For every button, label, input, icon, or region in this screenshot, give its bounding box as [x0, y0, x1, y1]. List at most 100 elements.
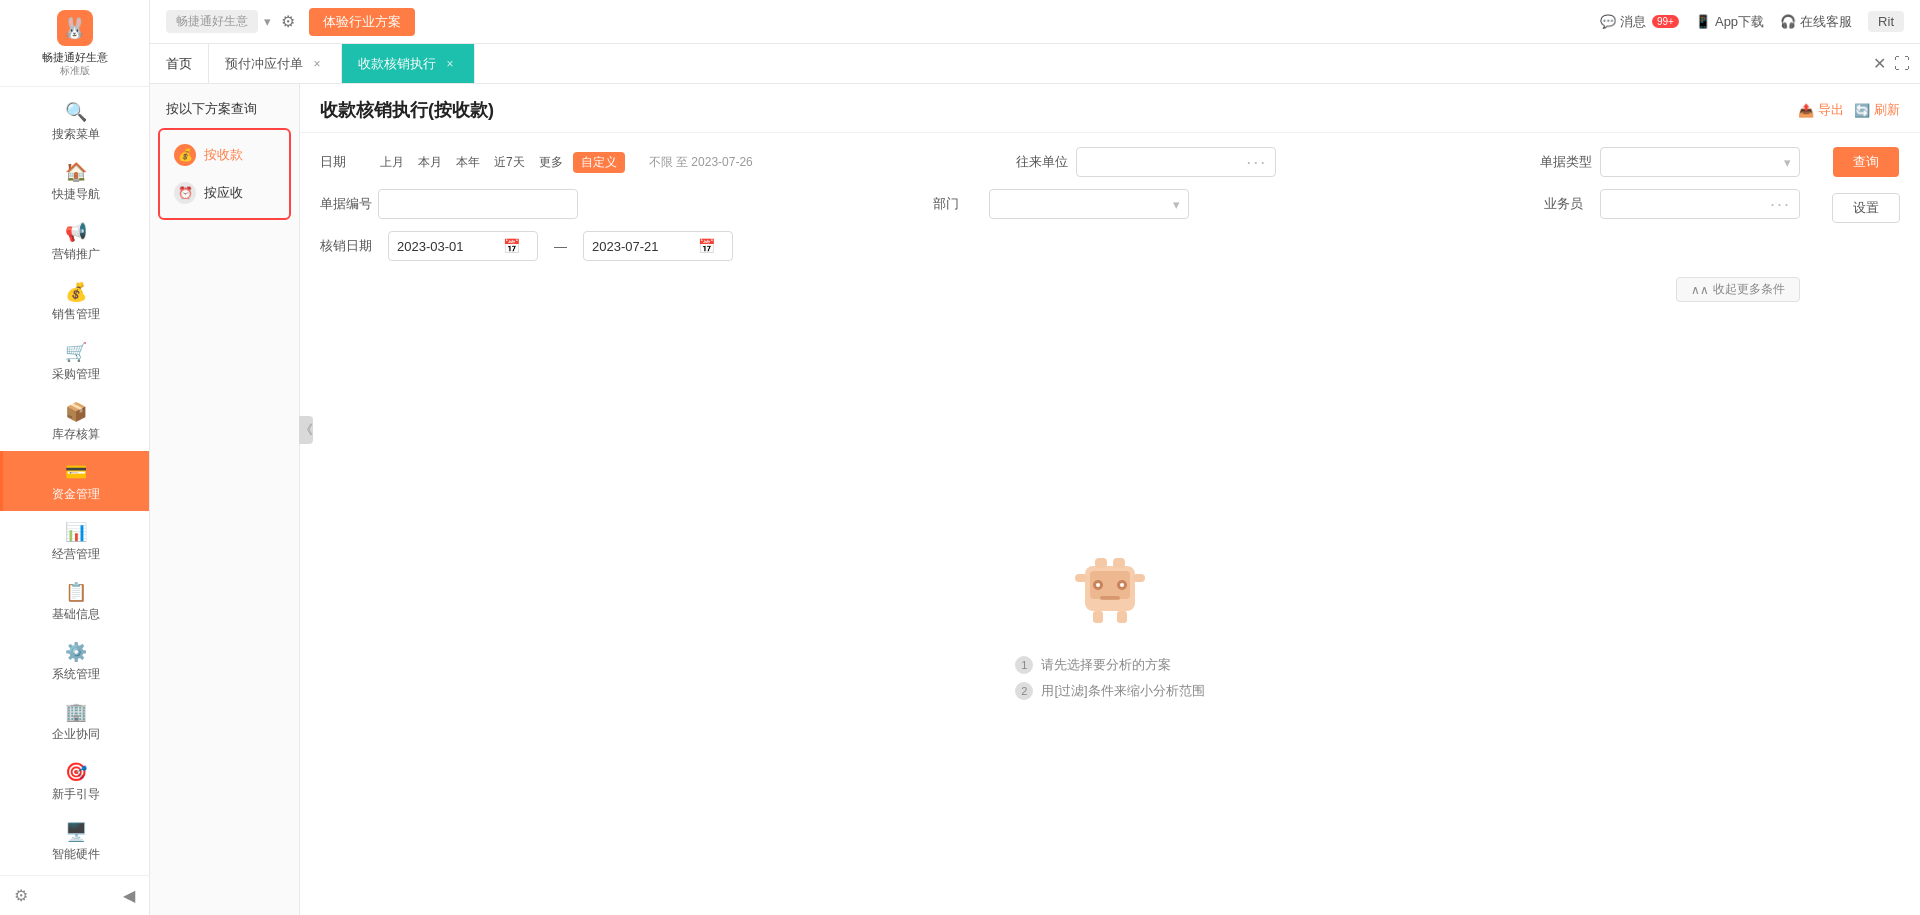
app-name: 畅捷通好生意 — [42, 50, 108, 64]
sidebar-item-hardware[interactable]: 🖥️ 智能硬件 — [0, 811, 149, 871]
sidebar-item-quick-nav[interactable]: 🏠 快捷导航 — [0, 151, 149, 211]
sidebar-item-purchase[interactable]: 🛒 采购管理 — [0, 331, 149, 391]
export-icon: 📤 — [1798, 103, 1814, 118]
more-dates-btn[interactable]: 更多 — [535, 152, 567, 173]
custom-date-btn[interactable]: 自定义 — [573, 152, 625, 173]
marketing-icon: 📢 — [65, 221, 87, 243]
search-form-wrapper: 日期 上月 本月 本年 近7天 更多 自定义 不限 至 2023-0 — [300, 133, 1920, 320]
sidebar-item-label: 智能硬件 — [52, 846, 100, 863]
empty-tip-1: 1 请先选择要分析的方案 — [1015, 656, 1204, 674]
notice-label: 消息 — [1620, 13, 1646, 31]
verify-date-start-input[interactable] — [397, 239, 497, 254]
topbar-app-name: 畅捷通好生意 — [166, 10, 258, 33]
topbar-left: 畅捷通好生意 ▾ ⚙ 体验行业方案 — [166, 8, 1600, 36]
svg-point-4 — [1096, 583, 1100, 587]
online-service-button[interactable]: 🎧 在线客服 — [1780, 13, 1852, 31]
main-area: 畅捷通好生意 ▾ ⚙ 体验行业方案 💬 消息 99+ 📱 App下载 🎧 在线客… — [150, 0, 1920, 915]
guide-icon: 🎯 — [65, 761, 87, 783]
sidebar-item-label: 基础信息 — [52, 606, 100, 623]
sidebar-item-label: 快捷导航 — [52, 186, 100, 203]
settings-button[interactable]: 设置 — [1832, 193, 1900, 223]
svg-rect-12 — [1117, 611, 1127, 623]
this-month-btn[interactable]: 本月 — [414, 152, 446, 173]
dept-label: 部门 — [933, 195, 983, 213]
collection-tab-close[interactable]: × — [442, 56, 458, 72]
sidebar-item-enterprise[interactable]: 🏢 企业协同 — [0, 691, 149, 751]
empty-tip-2: 2 用[过滤]条件来缩小分析范围 — [1015, 682, 1204, 700]
sidebar-item-inventory[interactable]: 📦 库存核算 — [0, 391, 149, 451]
topbar: 畅捷通好生意 ▾ ⚙ 体验行业方案 💬 消息 99+ 📱 App下载 🎧 在线客… — [150, 0, 1920, 44]
svg-rect-9 — [1075, 574, 1087, 582]
app-download-button[interactable]: 📱 App下载 — [1695, 13, 1764, 31]
collapse-more-button[interactable]: ∧∧ 收起更多条件 — [1676, 277, 1800, 302]
doctype-field: 单据类型 ▾ — [1540, 147, 1800, 177]
sidebar-collapse-button[interactable]: ◀ — [123, 886, 135, 905]
sidebar-nav: 🔍 搜索菜单 🏠 快捷导航 📢 营销推广 💰 销售管理 🛒 采购管理 📦 库存核… — [0, 87, 149, 875]
last-7-days-btn[interactable]: 近7天 — [490, 152, 529, 173]
svg-rect-10 — [1133, 574, 1145, 582]
topbar-gear-icon[interactable]: ⚙ — [281, 12, 295, 31]
verify-date-end[interactable]: 📅 — [583, 231, 733, 261]
verify-date-start[interactable]: 📅 — [388, 231, 538, 261]
tab-home[interactable]: 首页 — [150, 44, 209, 83]
last-month-btn[interactable]: 上月 — [376, 152, 408, 173]
notice-button[interactable]: 💬 消息 99+ — [1600, 13, 1679, 31]
dept-dropdown-icon: ▾ — [1173, 197, 1180, 212]
receipt-option-label: 按收款 — [204, 146, 243, 164]
sidebar-footer: ⚙ ◀ — [0, 875, 149, 915]
search-menu-icon: 🔍 — [65, 101, 87, 123]
filter-panel-collapse-button[interactable]: 《 — [299, 416, 313, 444]
partner-field: 往来单位 ··· — [1016, 147, 1276, 177]
sidebar-item-finance[interactable]: 💳 资金管理 — [0, 451, 149, 511]
refresh-button[interactable]: 🔄 刷新 — [1854, 101, 1900, 119]
filter-by-receivable[interactable]: ⏰ 按应收 — [160, 174, 289, 212]
staff-field: 业务员 ··· — [1544, 189, 1800, 219]
tab-maximize-icon[interactable]: ⛶ — [1894, 55, 1910, 73]
tab-prepay[interactable]: 预付冲应付单 × — [209, 44, 342, 83]
topbar-dropdown-arrow[interactable]: ▾ — [264, 14, 271, 29]
tab-close-icon[interactable]: ✕ — [1873, 54, 1886, 73]
sidebar-item-basic-info[interactable]: 📋 基础信息 — [0, 571, 149, 631]
verify-date-end-input[interactable] — [592, 239, 692, 254]
calendar-start-icon[interactable]: 📅 — [503, 238, 520, 254]
tab-bar: 首页 预付冲应付单 × 收款核销执行 × ✕ ⛶ — [150, 44, 1920, 84]
filter-by-receipt[interactable]: 💰 按收款 — [160, 136, 289, 174]
sidebar-item-marketing[interactable]: 📢 营销推广 — [0, 211, 149, 271]
export-button[interactable]: 📤 导出 — [1798, 101, 1844, 119]
sidebar-item-sales[interactable]: 💰 销售管理 — [0, 271, 149, 331]
sidebar-item-label: 新手引导 — [52, 786, 100, 803]
tab-bar-controls: ✕ ⛶ — [1863, 44, 1920, 83]
sidebar-item-label: 经营管理 — [52, 546, 100, 563]
sidebar-gear-button[interactable]: ⚙ — [14, 886, 28, 905]
partner-input[interactable]: ··· — [1076, 147, 1276, 177]
sidebar-item-search-menu[interactable]: 🔍 搜索菜单 — [0, 91, 149, 151]
logo-icon: 🐰 — [57, 10, 93, 46]
online-service-label: 在线客服 — [1800, 13, 1852, 31]
sidebar-item-system[interactable]: ⚙️ 系统管理 — [0, 631, 149, 691]
this-year-btn[interactable]: 本年 — [452, 152, 484, 173]
docno-input[interactable] — [378, 189, 578, 219]
doctype-select[interactable]: ▾ — [1600, 147, 1800, 177]
dept-select[interactable]: ▾ — [989, 189, 1189, 219]
app-logo: 🐰 畅捷通好生意 标准版 — [0, 0, 149, 87]
industry-solution-button[interactable]: 体验行业方案 — [309, 8, 415, 36]
date-unlimited-text: 不限 至 2023-07-26 — [649, 154, 753, 171]
prepay-tab-close[interactable]: × — [309, 56, 325, 72]
calendar-end-icon[interactable]: 📅 — [698, 238, 715, 254]
svg-rect-11 — [1093, 611, 1103, 623]
sidebar-item-operations[interactable]: 📊 经营管理 — [0, 511, 149, 571]
chevron-up-icon: ∧∧ — [1691, 283, 1709, 297]
tip-number-2: 2 — [1015, 682, 1033, 700]
svg-rect-6 — [1100, 596, 1120, 600]
query-button[interactable]: 查询 — [1833, 147, 1899, 177]
tab-collection[interactable]: 收款核销执行 × — [342, 44, 475, 83]
user-menu[interactable]: Rit — [1868, 11, 1904, 32]
staff-input[interactable]: ··· — [1600, 189, 1800, 219]
collection-tab-label: 收款核销执行 — [358, 55, 436, 73]
sidebar-item-label: 资金管理 — [52, 486, 100, 503]
receipt-option-icon: 💰 — [174, 144, 196, 166]
filter-options-box: 💰 按收款 ⏰ 按应收 — [158, 128, 291, 220]
sidebar-item-guide[interactable]: 🎯 新手引导 — [0, 751, 149, 811]
form-row-1: 日期 上月 本月 本年 近7天 更多 自定义 不限 至 2023-0 — [320, 147, 1800, 177]
purchase-icon: 🛒 — [65, 341, 87, 363]
